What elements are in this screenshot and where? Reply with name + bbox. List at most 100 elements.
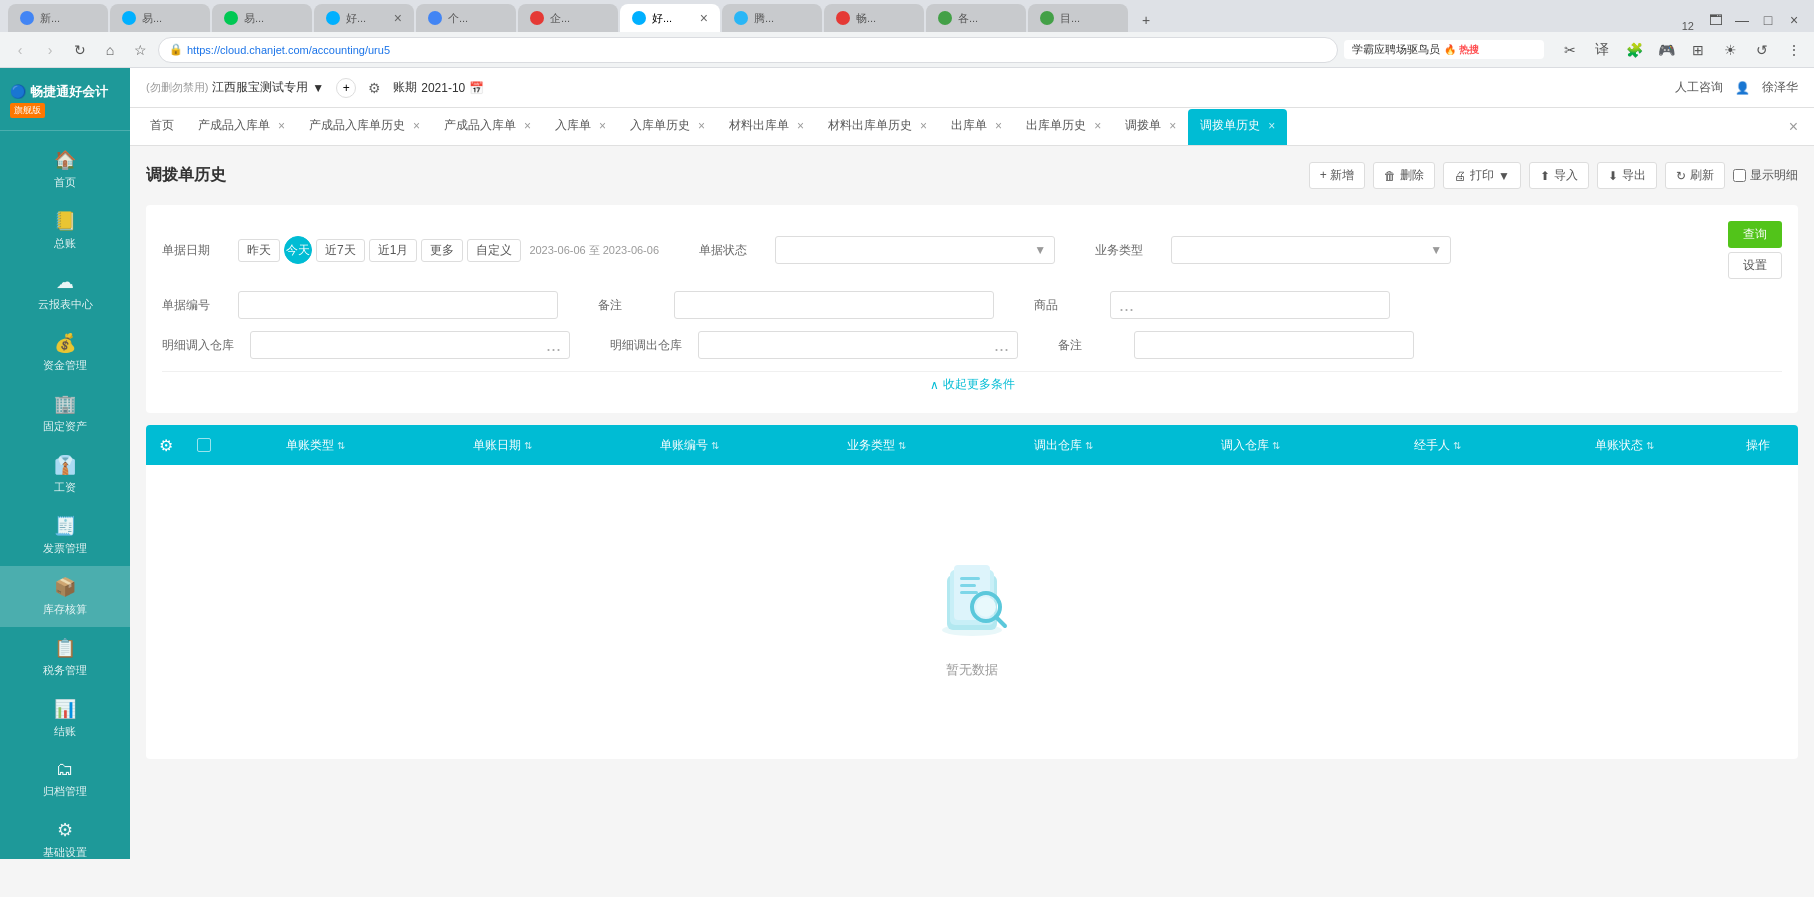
page-tab-product-in-history[interactable]: 产成品入库单历史 × — [297, 109, 432, 145]
scissors-icon[interactable]: ✂ — [1558, 38, 1582, 62]
sidebar-item-payroll[interactable]: 👔 工资 — [0, 444, 130, 505]
display-toggle[interactable]: 显示明细 — [1733, 167, 1798, 184]
browser-tab-7[interactable]: 好... × — [620, 4, 720, 32]
query-button[interactable]: 查询 — [1728, 221, 1782, 248]
page-tab-material-out[interactable]: 材料出库单 × — [717, 109, 816, 145]
goods-select[interactable]: ... — [1110, 291, 1390, 319]
th-settings[interactable]: ⚙ — [146, 436, 186, 455]
page-tab-stock-out[interactable]: 出库单 × — [939, 109, 1014, 145]
export-button[interactable]: ⬇ 导出 — [1597, 162, 1657, 189]
page-tab-home[interactable]: 首页 — [138, 109, 186, 145]
sidebar-item-asset[interactable]: 🏢 固定资产 — [0, 383, 130, 444]
user-service[interactable]: 人工咨询 — [1675, 79, 1723, 96]
grid-icon[interactable]: ⊞ — [1686, 38, 1710, 62]
tab-close-icon[interactable]: × — [1268, 119, 1275, 133]
settings-button[interactable]: 设置 — [1728, 252, 1782, 279]
delete-button[interactable]: 🗑 删除 — [1373, 162, 1435, 189]
browser-search[interactable]: 学霸应聘场驱鸟员 🔥 热搜 — [1344, 40, 1544, 59]
sidebar-item-settle[interactable]: 📊 结账 — [0, 688, 130, 749]
browser-tab-1[interactable]: 新... — [8, 4, 108, 32]
sidebar-item-inventory[interactable]: 📦 库存核算 — [0, 566, 130, 627]
yesterday-button[interactable]: 昨天 — [238, 239, 280, 262]
bookmark-button[interactable]: ☆ — [128, 38, 152, 62]
th-number[interactable]: 单账编号 ⇅ — [596, 437, 783, 454]
print-button[interactable]: 🖨 打印 ▼ — [1443, 162, 1521, 189]
tab-close-icon[interactable]: × — [278, 119, 285, 133]
th-checkbox[interactable] — [186, 438, 222, 452]
browser-tab-5[interactable]: 个... — [416, 4, 516, 32]
extension-icon[interactable]: 🧩 — [1622, 38, 1646, 62]
one-month-button[interactable]: 近1月 — [369, 239, 418, 262]
tab-bar-close-icon[interactable]: × — [1781, 118, 1806, 136]
history-icon[interactable]: ↺ — [1750, 38, 1774, 62]
tab-close-icon[interactable]: × — [995, 119, 1002, 133]
tab-close-icon[interactable]: × — [700, 11, 708, 25]
browser-tab-4[interactable]: 好... × — [314, 4, 414, 32]
detail-note-input[interactable] — [1134, 331, 1414, 359]
th-date[interactable]: 单账日期 ⇅ — [409, 437, 596, 454]
detail-out-select[interactable]: ... — [698, 331, 1018, 359]
status-select[interactable]: ▼ — [775, 236, 1055, 264]
note-input[interactable] — [674, 291, 994, 319]
tab-close-icon[interactable]: × — [413, 119, 420, 133]
collapse-button[interactable]: ∧ 收起更多条件 — [162, 372, 1782, 397]
browser-tab-8[interactable]: 腾... — [722, 4, 822, 32]
page-tab-stock-in-history[interactable]: 入库单历史 × — [618, 109, 717, 145]
biz-type-select[interactable]: ▼ — [1171, 236, 1451, 264]
seven-days-button[interactable]: 近7天 — [316, 239, 365, 262]
browser-tab-9[interactable]: 畅... — [824, 4, 924, 32]
close-window-button[interactable]: × — [1782, 8, 1806, 32]
th-biz-type[interactable]: 业务类型 ⇅ — [783, 437, 970, 454]
new-tab-button[interactable]: + — [1134, 8, 1158, 32]
game-icon[interactable]: 🎮 — [1654, 38, 1678, 62]
page-tab-transfer[interactable]: 调拨单 × — [1113, 109, 1188, 145]
back-button[interactable]: ‹ — [8, 38, 32, 62]
sidebar-item-invoice[interactable]: 🧾 发票管理 — [0, 505, 130, 566]
page-tab-product-in2[interactable]: 产成品入库单 × — [432, 109, 543, 145]
company-settings-icon[interactable]: ⚙ — [368, 80, 381, 96]
sidebar-item-home[interactable]: 🏠 首页 — [0, 139, 130, 200]
sidebar-item-report[interactable]: ☁ 云报表中心 — [0, 261, 130, 322]
th-in-warehouse[interactable]: 调入仓库 ⇅ — [1157, 437, 1344, 454]
sidebar-item-capital[interactable]: 💰 资金管理 — [0, 322, 130, 383]
sidebar-item-ledger[interactable]: 📒 总账 — [0, 200, 130, 261]
restore-button[interactable]: 🗔 — [1704, 8, 1728, 32]
tab-close-icon[interactable]: × — [524, 119, 531, 133]
add-company-button[interactable]: + — [336, 78, 356, 98]
new-button[interactable]: + 新增 — [1309, 162, 1365, 189]
display-checkbox[interactable] — [1733, 169, 1746, 182]
maximize-button[interactable]: □ — [1756, 8, 1780, 32]
sidebar-item-tax[interactable]: 📋 税务管理 — [0, 627, 130, 688]
tab-close-icon[interactable]: × — [1169, 119, 1176, 133]
translate-icon[interactable]: 译 — [1590, 38, 1614, 62]
tab-close-icon[interactable]: × — [394, 11, 402, 25]
menu-icon[interactable]: ⋮ — [1782, 38, 1806, 62]
browser-tab-3[interactable]: 易... — [212, 4, 312, 32]
address-bar[interactable]: 🔒 https://cloud.chanjet.com/accounting/u… — [158, 37, 1338, 63]
browser-tab-2[interactable]: 易... — [110, 4, 210, 32]
page-tab-transfer-history[interactable]: 调拨单历史 × — [1188, 109, 1287, 145]
forward-button[interactable]: › — [38, 38, 62, 62]
page-tab-stock-in[interactable]: 入库单 × — [543, 109, 618, 145]
period-selector[interactable]: 账期 2021-10 📅 — [393, 79, 484, 96]
page-tab-product-in[interactable]: 产成品入库单 × — [186, 109, 297, 145]
tab-close-icon[interactable]: × — [698, 119, 705, 133]
page-tab-material-out-history[interactable]: 材料出库单历史 × — [816, 109, 939, 145]
detail-in-select[interactable]: ... — [250, 331, 570, 359]
select-all-checkbox[interactable] — [197, 438, 211, 452]
browser-tab-11[interactable]: 目... — [1028, 4, 1128, 32]
home-button[interactable]: ⌂ — [98, 38, 122, 62]
sidebar-item-archive[interactable]: 🗂 归档管理 — [0, 749, 130, 809]
reload-button[interactable]: ↻ — [68, 38, 92, 62]
tab-close-icon[interactable]: × — [920, 119, 927, 133]
page-tab-stock-out-history[interactable]: 出库单历史 × — [1014, 109, 1113, 145]
custom-date-button[interactable]: 自定义 — [467, 239, 521, 262]
tab-close-icon[interactable]: × — [797, 119, 804, 133]
th-type[interactable]: 单账类型 ⇅ — [222, 437, 409, 454]
th-status[interactable]: 单账状态 ⇅ — [1531, 437, 1718, 454]
sidebar-item-settings[interactable]: ⚙ 基础设置 — [0, 809, 130, 859]
import-button[interactable]: ⬆ 导入 — [1529, 162, 1589, 189]
th-out-warehouse[interactable]: 调出仓库 ⇅ — [970, 437, 1157, 454]
more-date-button[interactable]: 更多 — [421, 239, 463, 262]
company-selector[interactable]: (勿删勿禁用) 江西服宝测试专用 ▼ — [146, 79, 324, 96]
